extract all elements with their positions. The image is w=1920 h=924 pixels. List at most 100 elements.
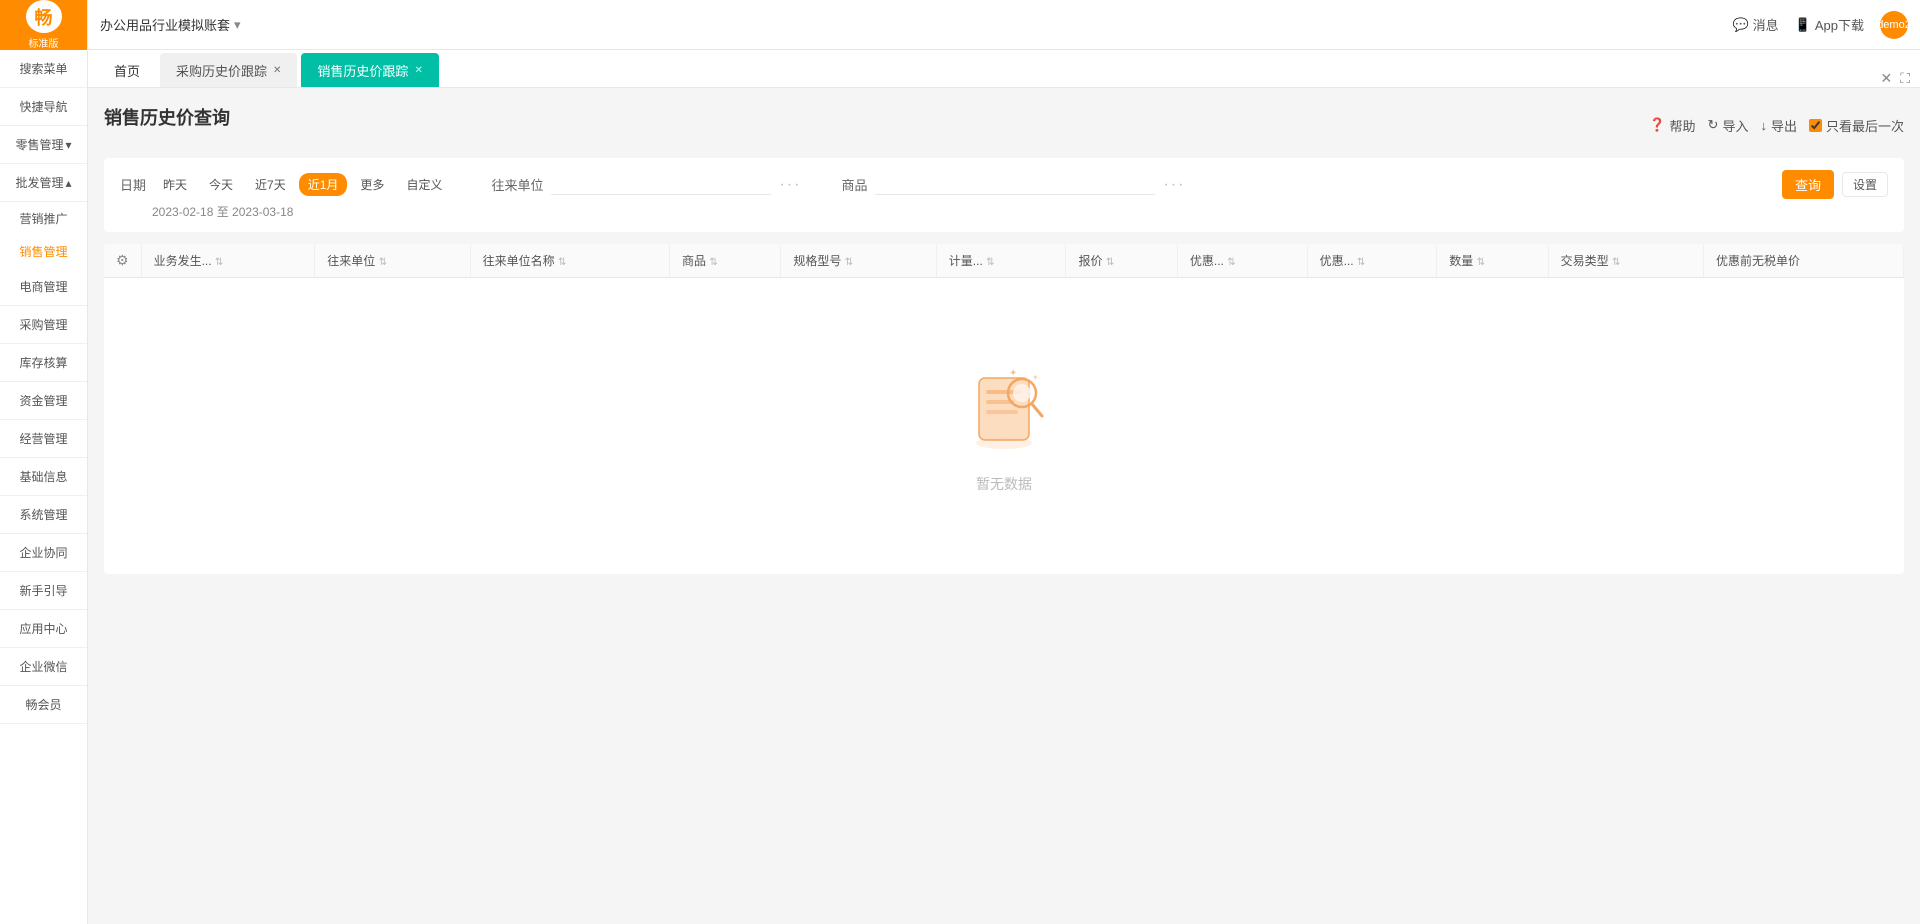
col-spec[interactable]: 规格型号 ⇅ (781, 244, 936, 278)
sidebar-item-apps[interactable]: 应用中心 (0, 610, 87, 648)
only-last-checkbox[interactable] (1809, 119, 1822, 132)
date-btn-today[interactable]: 今天 (200, 173, 242, 196)
tab-purchase[interactable]: 采购历史价跟踪 ✕ (160, 53, 297, 87)
tab-sales-close[interactable]: ✕ (414, 65, 422, 76)
tab-sales[interactable]: 销售历史价跟踪 ✕ (301, 53, 438, 87)
col-discount1[interactable]: 优惠... ⇅ (1177, 244, 1307, 278)
sidebar-item-shortcut[interactable]: 快捷导航 (0, 88, 87, 126)
filter-actions-right: 查询 设置 (1782, 170, 1888, 199)
topbar: 办公用品行业模拟账套 ▾ 💬 消息 📱 App下载 demo2 (88, 0, 1920, 50)
page-content: 销售历史价查询 ❓ 帮助 ↻ 导入 ↓ 导出 只看最后一次 (88, 88, 1920, 924)
data-table: ⚙ 业务发生... ⇅ 往来单位 ⇅ 往来单位名称 ⇅ (104, 244, 1904, 278)
sidebar-item-inventory[interactable]: 库存核算 (0, 344, 87, 382)
chevron-down-icon: ▾ (65, 138, 71, 152)
col-discount2[interactable]: 优惠... ⇅ (1307, 244, 1437, 278)
sidebar-item-marketing[interactable]: 营销推广 (0, 202, 87, 235)
date-btn-7days[interactable]: 近7天 (246, 173, 295, 196)
date-filter-group: 日期 昨天 今天 近7天 近1月 更多 自定义 (120, 173, 451, 196)
filter-row: 日期 昨天 今天 近7天 近1月 更多 自定义 往来单位 ··· (120, 170, 1888, 199)
sidebar-item-enterprise[interactable]: 企业协同 (0, 534, 87, 572)
col-quote[interactable]: 报价 ⇅ (1066, 244, 1177, 278)
sort-icon-trade-type: ⇅ (1612, 257, 1620, 268)
help-action[interactable]: ❓ 帮助 (1649, 116, 1695, 135)
sort-icon-quote: ⇅ (1106, 257, 1114, 268)
app-logo[interactable]: 畅 标准版 (0, 0, 87, 50)
partner-filter-group: 往来单位 ··· (491, 175, 801, 195)
sort-icon-goods: ⇅ (709, 257, 717, 268)
header-actions: ❓ 帮助 ↻ 导入 ↓ 导出 只看最后一次 (1649, 116, 1904, 135)
col-pretax-price[interactable]: 优惠前无税单价 (1704, 244, 1904, 278)
sidebar-item-wechat[interactable]: 企业微信 (0, 648, 87, 686)
col-partner-code[interactable]: 往来单位 ⇅ (315, 244, 470, 278)
import-action[interactable]: ↻ 导入 (1708, 116, 1749, 135)
sidebar-item-finance[interactable]: 资金管理 (0, 382, 87, 420)
tab-home[interactable]: 首页 (98, 53, 156, 87)
col-goods[interactable]: 商品 ⇅ (670, 244, 781, 278)
message-action[interactable]: 💬 消息 (1732, 15, 1778, 34)
goods-filter-group: 商品 ··· (841, 175, 1185, 195)
sidebar-item-basic[interactable]: 基础信息 (0, 458, 87, 496)
col-partner-name[interactable]: 往来单位名称 ⇅ (470, 244, 669, 278)
topbar-title: 办公用品行业模拟账套 ▾ (100, 15, 1724, 34)
export-icon: ↓ (1760, 118, 1767, 133)
col-quantity[interactable]: 数量 ⇅ (1437, 244, 1548, 278)
svg-text:✦: ✦ (1009, 368, 1017, 379)
goods-filter-label: 商品 (841, 175, 867, 194)
filter-bar: 日期 昨天 今天 近7天 近1月 更多 自定义 往来单位 ··· (104, 158, 1904, 232)
goods-filter-dots[interactable]: ··· (1163, 176, 1185, 194)
sidebar-item-guide[interactable]: 新手引导 (0, 572, 87, 610)
main-area: 办公用品行业模拟账套 ▾ 💬 消息 📱 App下载 demo2 首页 采购历 (88, 0, 1920, 924)
table-header-row: ⚙ 业务发生... ⇅ 往来单位 ⇅ 往来单位名称 ⇅ (104, 244, 1904, 278)
logo-text: 标准版 (29, 35, 59, 50)
sidebar: 畅 标准版 搜索菜单 快捷导航 零售管理 ▾ 批发管理 ▴ 营销推广 销售管理 … (0, 0, 88, 924)
sidebar-item-member[interactable]: 畅会员 (0, 686, 87, 724)
empty-state: ✦ ✦ 暂无数据 (104, 278, 1904, 574)
goods-filter-input[interactable] (875, 175, 1155, 195)
tab-fullscreen-btn[interactable]: ⛶ (1900, 70, 1910, 87)
date-buttons: 昨天 今天 近7天 近1月 更多 自定义 (154, 173, 451, 196)
sort-icon-unit: ⇅ (986, 257, 994, 268)
sidebar-item-sales-mgmt[interactable]: 销售管理 (0, 235, 87, 268)
app-download-action[interactable]: 📱 App下载 (1795, 15, 1864, 34)
help-icon: ❓ (1649, 117, 1665, 133)
col-business-date[interactable]: 业务发生... ⇅ (141, 244, 315, 278)
partner-filter-input[interactable] (551, 175, 771, 195)
logo-icon: 畅 (26, 0, 62, 33)
title-dropdown-icon[interactable]: ▾ (234, 17, 241, 33)
sidebar-item-system[interactable]: 系统管理 (0, 496, 87, 534)
empty-text: 暂无数据 (976, 474, 1032, 494)
sidebar-item-retail[interactable]: 零售管理 ▾ (0, 126, 87, 164)
sidebar-item-operations[interactable]: 经营管理 (0, 420, 87, 458)
date-btn-more[interactable]: 更多 (351, 173, 393, 196)
sort-icon-partner-name: ⇅ (558, 257, 566, 268)
date-range-display: 2023-02-18 至 2023-03-18 (120, 203, 1888, 220)
user-avatar-action[interactable]: demo2 (1880, 11, 1908, 39)
sidebar-item-purchase[interactable]: 采购管理 (0, 306, 87, 344)
sidebar-item-ecommerce[interactable]: 电商管理 (0, 268, 87, 306)
page-header: 销售历史价查询 ❓ 帮助 ↻ 导入 ↓ 导出 只看最后一次 (104, 104, 1904, 146)
sidebar-item-wholesale[interactable]: 批发管理 ▴ (0, 164, 87, 202)
date-btn-yesterday[interactable]: 昨天 (154, 173, 196, 196)
avatar: demo2 (1880, 11, 1908, 39)
export-action[interactable]: ↓ 导出 (1760, 116, 1797, 135)
sidebar-item-search[interactable]: 搜索菜单 (0, 50, 87, 88)
topbar-actions: 💬 消息 📱 App下载 demo2 (1732, 11, 1908, 39)
import-icon: ↻ (1708, 117, 1719, 133)
settings-button[interactable]: 设置 (1842, 172, 1888, 197)
chevron-up-icon: ▴ (65, 176, 71, 190)
tab-purchase-close[interactable]: ✕ (273, 65, 281, 76)
date-btn-1month[interactable]: 近1月 (299, 173, 348, 196)
sort-icon-partner-code: ⇅ (379, 257, 387, 268)
partner-filter-dots[interactable]: ··· (779, 176, 801, 194)
date-btn-custom[interactable]: 自定义 (397, 173, 451, 196)
col-unit[interactable]: 计量... ⇅ (936, 244, 1066, 278)
only-last-checkbox-label[interactable]: 只看最后一次 (1809, 116, 1904, 135)
col-trade-type[interactable]: 交易类型 ⇅ (1548, 244, 1703, 278)
sort-icon-discount2: ⇅ (1357, 257, 1365, 268)
tab-close-all-btn[interactable]: ✕ (1880, 70, 1892, 87)
query-button[interactable]: 查询 (1782, 170, 1834, 199)
message-icon: 💬 (1732, 17, 1748, 33)
sort-icon-quantity: ⇅ (1477, 257, 1485, 268)
gear-icon[interactable]: ⚙ (116, 252, 129, 268)
partner-filter-label: 往来单位 (491, 175, 543, 194)
